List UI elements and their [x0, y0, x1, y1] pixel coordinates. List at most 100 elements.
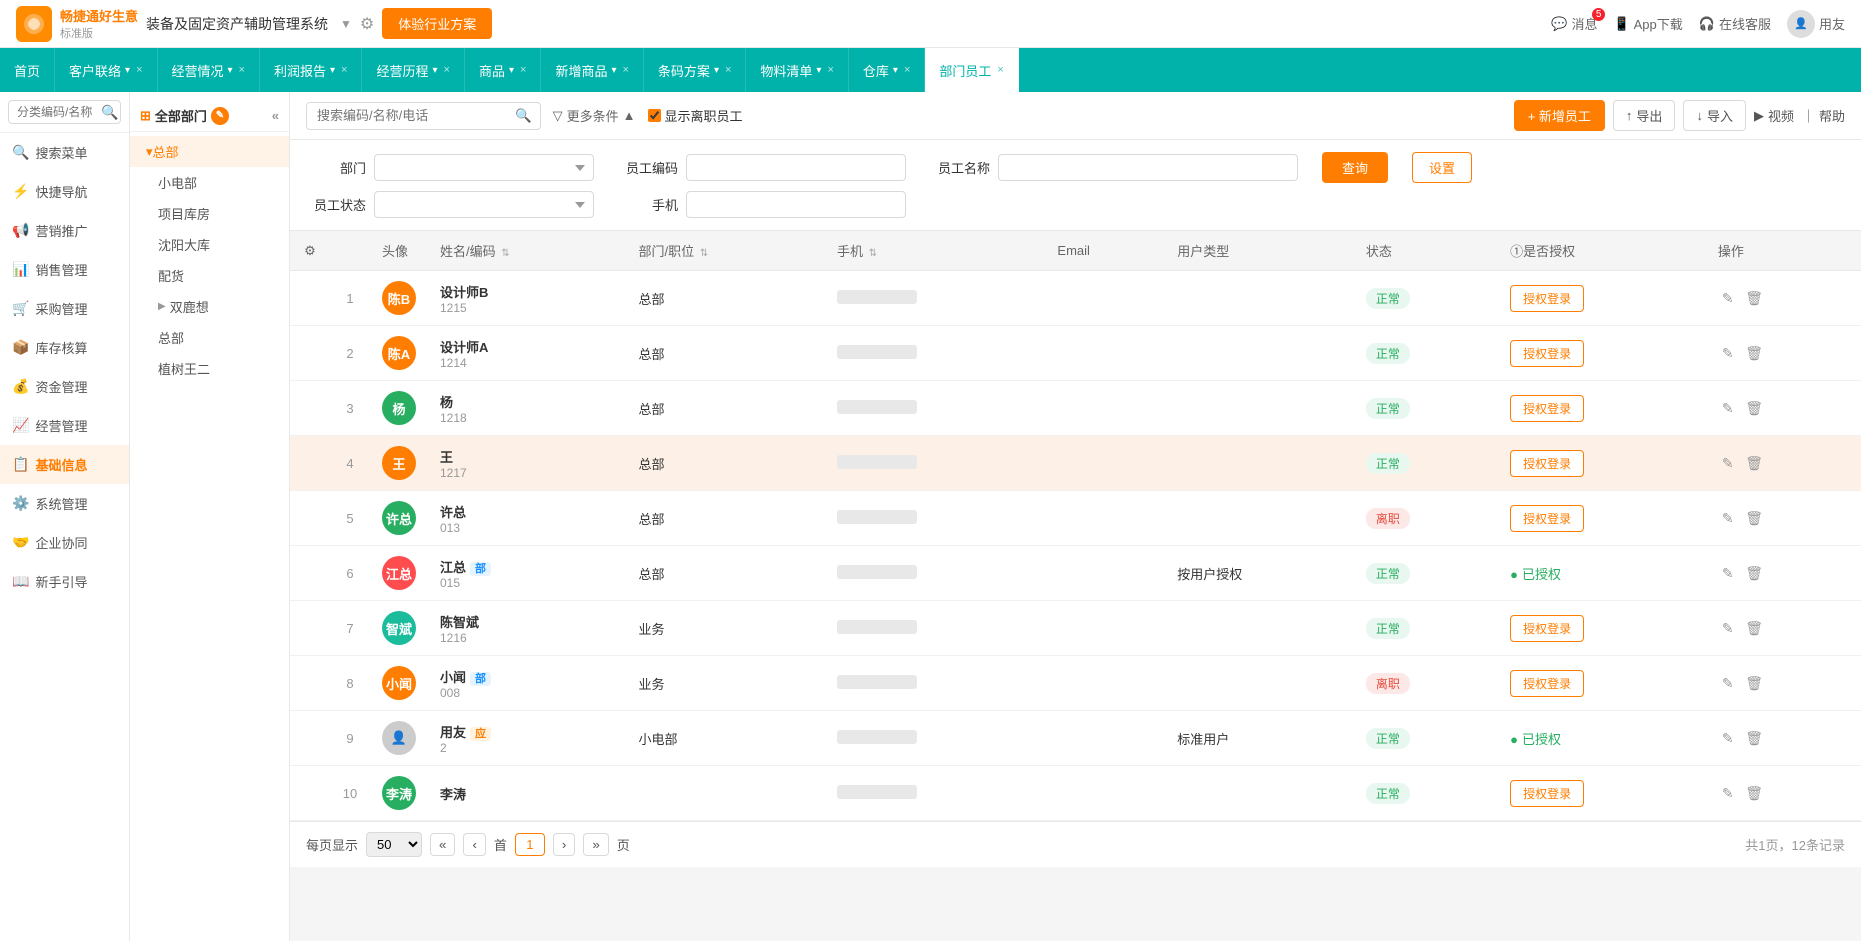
sidebar-item-inventory[interactable]: 📦 库存核算	[0, 328, 129, 367]
show-resigned-label[interactable]: 显示离职员工	[648, 106, 743, 125]
tab-close[interactable]: ×	[622, 64, 628, 76]
tab-close[interactable]: ×	[725, 64, 731, 76]
emp-name-input[interactable]	[998, 154, 1298, 181]
tab-new-goods[interactable]: 新增商品 ▾ ×	[541, 48, 643, 92]
sidebar-item-search[interactable]: 🔍 搜索菜单	[0, 133, 129, 172]
per-page-select[interactable]: 50 20 100	[366, 832, 422, 857]
more-filters-btn[interactable]: ▽ 更多条件 ▲	[553, 106, 636, 125]
edit-btn[interactable]: ✎	[1718, 673, 1738, 694]
auth-btn[interactable]: 授权登录	[1510, 340, 1584, 367]
edit-btn[interactable]: ✎	[1718, 508, 1738, 529]
sidebar-item-collab[interactable]: 🤝 企业协同	[0, 523, 129, 562]
delete-btn[interactable]: 🗑	[1741, 508, 1767, 529]
tab-journey[interactable]: 经营历程 ▾ ×	[362, 48, 464, 92]
edit-btn[interactable]: ✎	[1718, 343, 1738, 364]
show-resigned-checkbox[interactable]	[648, 109, 661, 122]
edit-btn[interactable]: ✎	[1718, 288, 1738, 309]
tree-item-zhishu[interactable]: 植树王二	[130, 353, 289, 384]
employee-search-input[interactable]	[307, 103, 507, 128]
delete-btn[interactable]: 🗑	[1741, 343, 1767, 364]
tab-close[interactable]: ×	[827, 64, 833, 76]
tree-item-shenyang[interactable]: 沈阳大库	[130, 229, 289, 260]
import-btn[interactable]: ↓ 导入	[1683, 100, 1746, 131]
delete-btn[interactable]: 🗑	[1741, 783, 1767, 804]
sidebar-item-sales[interactable]: 📊 销售管理	[0, 250, 129, 289]
delete-btn[interactable]: 🗑	[1741, 288, 1767, 309]
tree-item-xiaodian[interactable]: 小电部	[130, 167, 289, 198]
add-employee-btn[interactable]: + 新增员工	[1514, 100, 1605, 131]
tab-customer[interactable]: 客户联络 ▾ ×	[55, 48, 157, 92]
tree-item-zongbu-sub[interactable]: 总部	[130, 322, 289, 353]
auth-btn[interactable]: 授权登录	[1510, 395, 1584, 422]
prev-page-btn[interactable]: ‹	[463, 833, 485, 856]
col-phone[interactable]: 手机 ⇅	[825, 231, 1045, 271]
delete-btn[interactable]: 🗑	[1741, 563, 1767, 584]
online-service-btn[interactable]: 🎧 在线客服	[1699, 14, 1771, 33]
try-industry-btn[interactable]: 体验行业方案	[382, 8, 492, 39]
auth-btn[interactable]: 授权登录	[1510, 670, 1584, 697]
emp-code-input[interactable]	[686, 154, 906, 181]
emp-status-select[interactable]	[374, 191, 594, 218]
next-page-btn[interactable]: ›	[553, 833, 575, 856]
employee-search-btn[interactable]: 🔍	[507, 103, 540, 129]
video-btn[interactable]: ▶ 视频	[1754, 106, 1794, 125]
tab-barcode[interactable]: 条码方案 ▾ ×	[644, 48, 746, 92]
auth-btn[interactable]: 授权登录	[1510, 285, 1584, 312]
tab-bom[interactable]: 物料清单 ▾ ×	[746, 48, 848, 92]
tab-close[interactable]: ×	[904, 64, 910, 76]
tab-close[interactable]: ×	[520, 64, 526, 76]
message-btn[interactable]: 💬 消息 5	[1551, 14, 1597, 33]
sidebar-item-purchase[interactable]: 🛒 采购管理	[0, 289, 129, 328]
dept-select[interactable]	[374, 154, 594, 181]
tab-goods[interactable]: 商品 ▾ ×	[465, 48, 541, 92]
sidebar-item-finance[interactable]: 💰 资金管理	[0, 367, 129, 406]
auth-btn[interactable]: 授权登录	[1510, 505, 1584, 532]
tab-close[interactable]: ×	[239, 64, 245, 76]
sidebar-item-basic-info[interactable]: 📋 基础信息	[0, 445, 129, 484]
filter-set-btn[interactable]: 设置	[1412, 152, 1472, 183]
first-page-btn[interactable]: «	[430, 833, 455, 856]
edit-btn[interactable]: ✎	[1718, 618, 1738, 639]
auth-btn[interactable]: 授权登录	[1510, 615, 1584, 642]
tree-edit-icon[interactable]: ✎	[211, 107, 229, 125]
edit-btn[interactable]: ✎	[1718, 398, 1738, 419]
filter-search-btn[interactable]: 查询	[1322, 152, 1388, 183]
tab-warehouse[interactable]: 仓库 ▾ ×	[849, 48, 925, 92]
delete-btn[interactable]: 🗑	[1741, 728, 1767, 749]
sidebar-item-marketing[interactable]: 📢 营销推广	[0, 211, 129, 250]
tree-item-project-store[interactable]: 项目库房	[130, 198, 289, 229]
edit-btn[interactable]: ✎	[1718, 563, 1738, 584]
tree-item-peihuo[interactable]: 配货	[130, 260, 289, 291]
sidebar-item-guide[interactable]: 📖 新手引导	[0, 562, 129, 601]
sidebar-item-quick-nav[interactable]: ⚡ 快捷导航	[0, 172, 129, 211]
user-btn[interactable]: 👤 用友	[1787, 10, 1845, 38]
col-name[interactable]: 姓名/编码 ⇅	[428, 231, 626, 271]
delete-btn[interactable]: 🗑	[1741, 398, 1767, 419]
tab-home[interactable]: 首页	[0, 48, 55, 92]
settings-icon[interactable]: ⚙	[360, 14, 374, 34]
edit-btn[interactable]: ✎	[1718, 783, 1738, 804]
tab-close[interactable]: ×	[136, 64, 142, 76]
delete-btn[interactable]: 🗑	[1741, 618, 1767, 639]
col-dept[interactable]: 部门/职位 ⇅	[626, 231, 824, 271]
last-page-btn[interactable]: »	[583, 833, 608, 856]
edit-btn[interactable]: ✎	[1718, 728, 1738, 749]
tab-employees[interactable]: 部门员工 ×	[925, 48, 1018, 92]
sidebar-item-operation[interactable]: 📈 经营管理	[0, 406, 129, 445]
app-download-btn[interactable]: 📱 App下载	[1613, 14, 1682, 33]
auth-btn[interactable]: 授权登录	[1510, 780, 1584, 807]
tab-profit[interactable]: 利润报告 ▾ ×	[260, 48, 362, 92]
col-settings[interactable]: ⚙	[290, 231, 330, 271]
export-btn[interactable]: ↑ 导出	[1613, 100, 1676, 131]
edit-btn[interactable]: ✎	[1718, 453, 1738, 474]
delete-btn[interactable]: 🗑	[1741, 453, 1767, 474]
auth-btn[interactable]: 授权登录	[1510, 450, 1584, 477]
tree-collapse-btn[interactable]: «	[272, 108, 279, 123]
tab-close-active[interactable]: ×	[997, 64, 1003, 76]
delete-btn[interactable]: 🗑	[1741, 673, 1767, 694]
help-btn[interactable]: ｜ 帮助	[1802, 106, 1845, 125]
phone-input[interactable]	[686, 191, 906, 218]
system-title-arrow[interactable]: ▼	[340, 17, 352, 31]
sidebar-item-system[interactable]: ⚙️ 系统管理	[0, 484, 129, 523]
tree-item-zongbu-main[interactable]: ▾ 总部	[130, 136, 289, 167]
